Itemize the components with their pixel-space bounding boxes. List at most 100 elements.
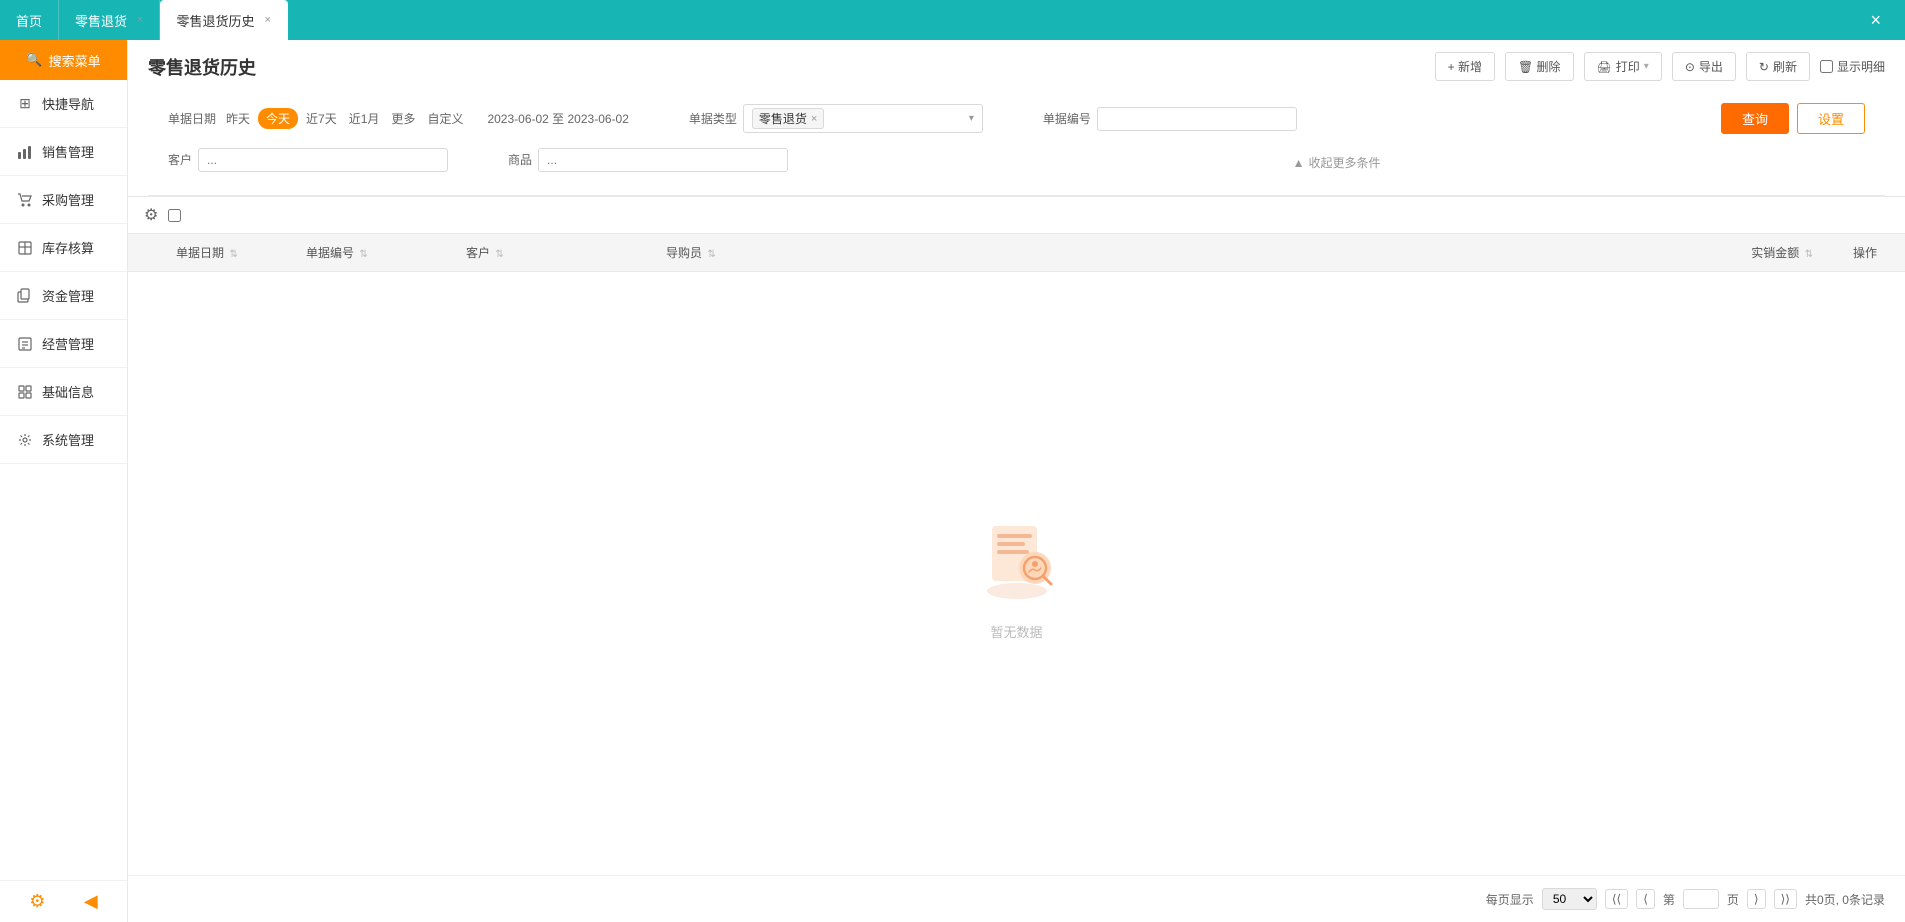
refresh-icon: ↻ bbox=[1759, 60, 1769, 74]
bill-no-input[interactable] bbox=[1097, 107, 1297, 131]
tab-home-label: 首页 bbox=[16, 11, 42, 30]
last-page-button[interactable]: ⟩⟩ bbox=[1774, 889, 1797, 909]
sidebar-item-label-sales: 销售管理 bbox=[42, 142, 94, 161]
setting-button[interactable]: 设置 bbox=[1797, 103, 1865, 134]
customer-sort-icon: ⇅ bbox=[495, 249, 503, 260]
sidebar-item-finance[interactable]: 资金管理 bbox=[0, 272, 127, 320]
sidebar-item-label-basic: 基础信息 bbox=[42, 382, 94, 401]
sidebar-item-sales[interactable]: 销售管理 bbox=[0, 128, 127, 176]
finance-icon bbox=[16, 287, 34, 305]
print-icon: 🖨 bbox=[1597, 60, 1612, 74]
th-guide[interactable]: 导购员 ⇅ bbox=[654, 234, 804, 272]
new-button[interactable]: + 新增 bbox=[1435, 52, 1495, 81]
amount-sort-icon: ⇅ bbox=[1805, 249, 1813, 260]
type-filter-tag-close[interactable]: × bbox=[811, 113, 817, 125]
tab-retail-return-history-close[interactable]: × bbox=[264, 14, 270, 26]
per-page-select[interactable]: 10 20 50 100 bbox=[1542, 888, 1597, 910]
sidebar-item-quick-nav[interactable]: ⊞ 快捷导航 bbox=[0, 80, 127, 128]
sidebar-search[interactable]: 🔍 搜索菜单 bbox=[0, 40, 127, 80]
table-area: ⚙ 单据日期 ⇅ 单据编号 ⇅ bbox=[128, 197, 1905, 875]
refresh-button[interactable]: ↻ 刷新 bbox=[1746, 52, 1810, 81]
tab-home[interactable]: 首页 bbox=[0, 0, 59, 40]
tab-retail-return-close[interactable]: × bbox=[137, 14, 143, 26]
type-filter-tag-value: 零售退货 bbox=[759, 110, 807, 127]
purchase-icon bbox=[16, 191, 34, 209]
table-header-row: 单据日期 ⇅ 单据编号 ⇅ 客户 ⇅ 导购员 ⇅ bbox=[128, 234, 1905, 272]
table-settings-icon[interactable]: ⚙ bbox=[144, 205, 158, 225]
sidebar-item-label-quick-nav: 快捷导航 bbox=[42, 94, 94, 113]
window-close-button[interactable]: × bbox=[1862, 10, 1889, 31]
date-range-item: 2023-06-02 至 2023-06-02 bbox=[487, 110, 628, 127]
type-filter-tag: 零售退货 × bbox=[752, 108, 824, 129]
page-label: 第 bbox=[1663, 891, 1675, 908]
date-filter-label: 单据日期 bbox=[168, 110, 216, 127]
content-area: 零售退货历史 + 新增 🗑 删除 🖨 🖨 打印 打印 ▾ ⊙ 导出 bbox=[128, 40, 1905, 922]
date-btn-today[interactable]: 今天 bbox=[258, 108, 298, 129]
page-number-input[interactable]: 1 bbox=[1683, 889, 1719, 909]
top-bar-right: × bbox=[1862, 10, 1905, 31]
th-date[interactable]: 单据日期 ⇅ bbox=[164, 234, 294, 272]
type-filter-item: 单据类型 零售退货 × ▾ bbox=[689, 104, 983, 133]
collapse-filter-button[interactable]: ▲ 收起更多条件 bbox=[1289, 150, 1385, 175]
collapse-sidebar-icon[interactable]: ◀ bbox=[84, 891, 98, 912]
top-bar: 首页 零售退货 × 零售退货历史 × × bbox=[0, 0, 1905, 40]
show-detail-label: 显示明细 bbox=[1837, 58, 1885, 75]
th-amount[interactable]: 实销金额 ⇅ bbox=[1705, 234, 1825, 272]
sidebar-search-label: 搜索菜单 bbox=[49, 51, 101, 70]
sidebar-item-purchase[interactable]: 采购管理 bbox=[0, 176, 127, 224]
prev-page-button[interactable]: ⟨ bbox=[1636, 889, 1655, 909]
date-filter-buttons: 昨天 今天 近7天 近1月 更多 自定义 bbox=[222, 108, 467, 129]
filter-area: 单据日期 昨天 今天 近7天 近1月 更多 自定义 2023-06-02 至 2… bbox=[148, 93, 1885, 196]
first-page-button[interactable]: ⟨⟨ bbox=[1605, 889, 1628, 909]
print-caret: ▾ bbox=[1644, 61, 1649, 72]
settings-icon[interactable]: ⚙ bbox=[29, 891, 45, 912]
th-checkbox bbox=[128, 234, 164, 272]
guide-sort-icon: ⇅ bbox=[707, 249, 715, 260]
customer-filter-label: 客户 bbox=[168, 151, 192, 168]
per-page-label: 每页显示 bbox=[1486, 891, 1534, 908]
show-detail-checkbox[interactable] bbox=[1820, 60, 1833, 73]
tab-retail-return[interactable]: 零售退货 × bbox=[59, 0, 160, 40]
print-button[interactable]: 🖨 🖨 打印 打印 ▾ bbox=[1584, 52, 1662, 81]
date-btn-1month[interactable]: 近1月 bbox=[345, 108, 384, 129]
th-spacer bbox=[804, 234, 1705, 272]
filter-row-1: 单据日期 昨天 今天 近7天 近1月 更多 自定义 2023-06-02 至 2… bbox=[168, 103, 1865, 134]
type-select-caret: ▾ bbox=[969, 113, 974, 124]
sidebar-item-label-operation: 经营管理 bbox=[42, 334, 94, 353]
num-sort-icon: ⇅ bbox=[359, 249, 367, 260]
sales-icon bbox=[16, 143, 34, 161]
th-customer-label: 客户 bbox=[466, 246, 490, 260]
goods-filter-label: 商品 bbox=[508, 151, 532, 168]
collapse-up-icon: ▲ bbox=[1293, 156, 1305, 170]
type-filter-select[interactable]: 零售退货 × ▾ bbox=[743, 104, 983, 133]
select-all-checkbox[interactable] bbox=[168, 209, 181, 222]
sidebar-item-system[interactable]: 系统管理 bbox=[0, 416, 127, 464]
export-button[interactable]: ⊙ 导出 bbox=[1672, 52, 1736, 81]
sidebar-item-label-inventory: 库存核算 bbox=[42, 238, 94, 257]
next-page-button[interactable]: ⟩ bbox=[1747, 889, 1766, 909]
sidebar-item-inventory[interactable]: 库存核算 bbox=[0, 224, 127, 272]
collapse-label: 收起更多条件 bbox=[1308, 154, 1380, 171]
inventory-icon bbox=[16, 239, 34, 257]
th-num[interactable]: 单据编号 ⇅ bbox=[294, 234, 454, 272]
show-detail-checkbox-area[interactable]: 显示明细 bbox=[1820, 58, 1885, 75]
search-icon: 🔍 bbox=[26, 52, 42, 68]
date-btn-7days[interactable]: 近7天 bbox=[302, 108, 341, 129]
query-button[interactable]: 查询 bbox=[1721, 103, 1789, 134]
type-filter-label: 单据类型 bbox=[689, 110, 737, 127]
date-btn-custom[interactable]: 自定义 bbox=[423, 108, 467, 129]
th-action: 操作 bbox=[1825, 234, 1905, 272]
tab-retail-return-history[interactable]: 零售退货历史 × bbox=[160, 0, 287, 40]
goods-filter-input[interactable] bbox=[538, 148, 788, 172]
delete-button[interactable]: 🗑 删除 bbox=[1505, 52, 1574, 81]
date-btn-yesterday[interactable]: 昨天 bbox=[222, 108, 254, 129]
date-btn-more[interactable]: 更多 bbox=[387, 108, 419, 129]
th-customer[interactable]: 客户 ⇅ bbox=[454, 234, 654, 272]
sidebar-item-operation[interactable]: 经营管理 bbox=[0, 320, 127, 368]
empty-state-icon bbox=[967, 506, 1067, 606]
tab-bar: 首页 零售退货 × 零售退货历史 × bbox=[0, 0, 1862, 40]
sidebar-item-basic[interactable]: 基础信息 bbox=[0, 368, 127, 416]
customer-filter-input[interactable] bbox=[198, 148, 448, 172]
page-header: 零售退货历史 + 新增 🗑 删除 🖨 🖨 打印 打印 ▾ ⊙ 导出 bbox=[128, 40, 1905, 197]
date-filter-item: 单据日期 昨天 今天 近7天 近1月 更多 自定义 bbox=[168, 108, 467, 129]
